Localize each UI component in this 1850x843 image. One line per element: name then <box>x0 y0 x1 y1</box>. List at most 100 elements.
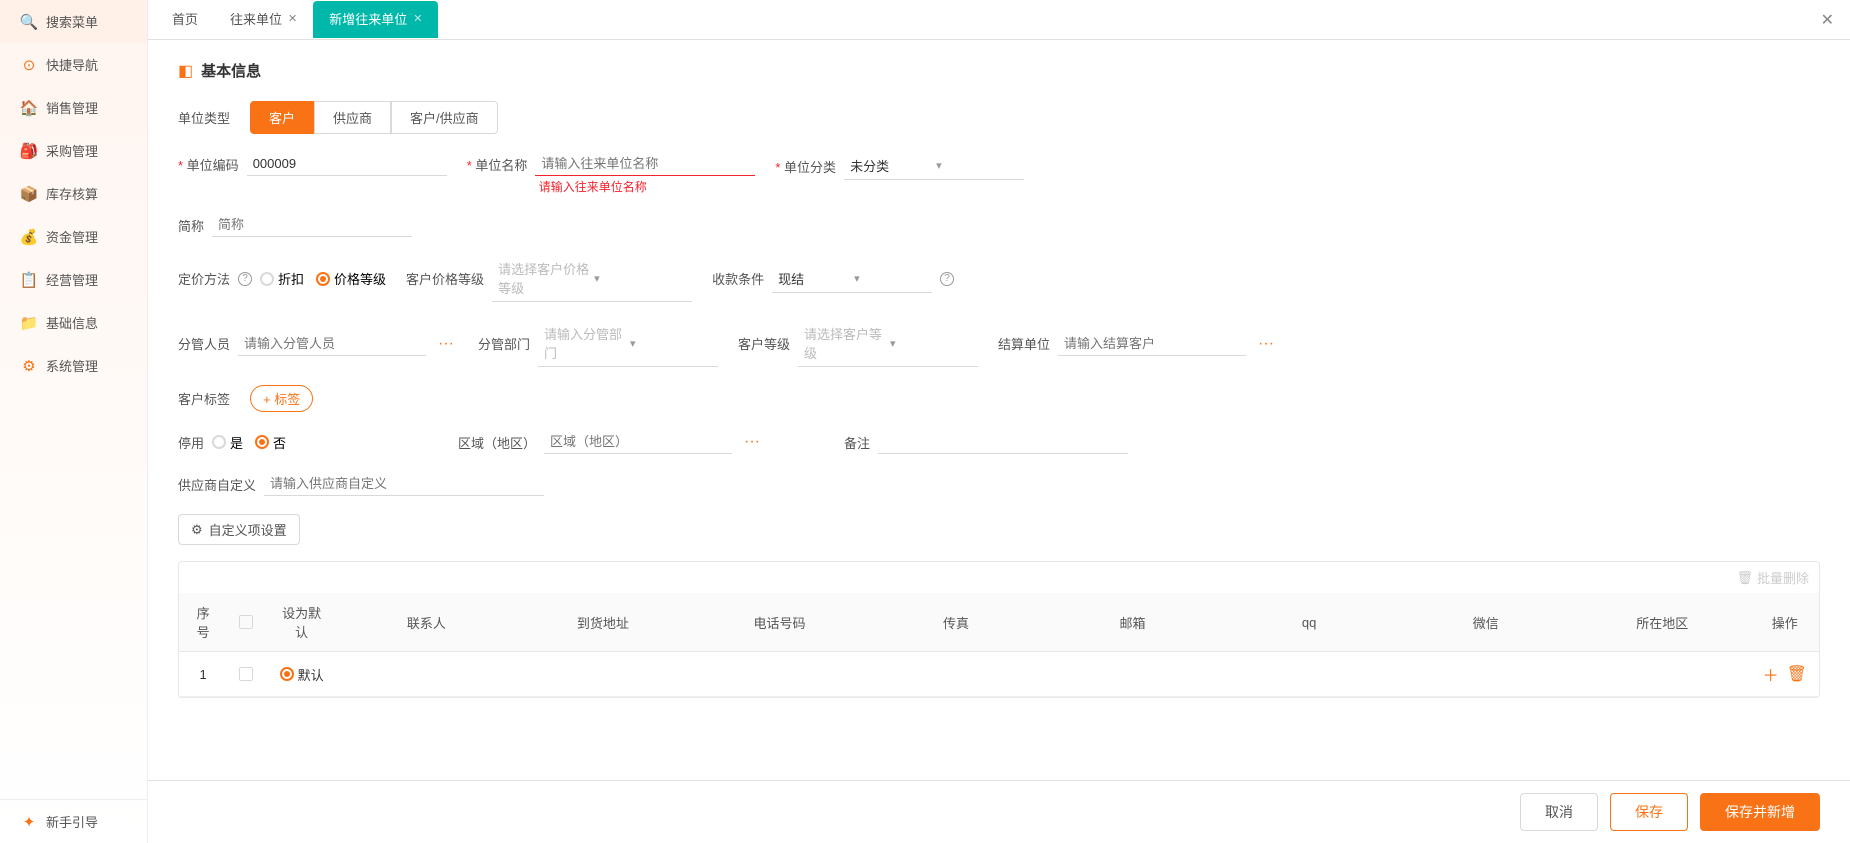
cell-fax[interactable] <box>868 652 1045 697</box>
radio-level[interactable]: 价格等级 <box>316 269 386 288</box>
pricing-row: 定价方法 ? 折扣 价格等级 客户价格等级 请选择客户价格等级 <box>178 255 1820 302</box>
custom-settings-button[interactable]: ⚙ 自定义项设置 <box>178 514 300 545</box>
tab-partners-close[interactable]: ✕ <box>288 12 297 25</box>
default-radio[interactable]: 默认 <box>277 665 326 684</box>
sidebar-item-label: 快捷导航 <box>46 55 98 74</box>
payment-terms-help-icon[interactable]: ? <box>940 272 954 286</box>
sidebar: 🔍 搜索菜单 ⊙ 快捷导航 🏠 销售管理 🎒 采购管理 📦 库存核算 💰 资金管… <box>0 0 148 843</box>
manager-input[interactable] <box>238 332 426 356</box>
sidebar-item-newbie[interactable]: ✦ 新手引导 <box>0 800 147 843</box>
supplier-custom-row: 供应商自定义 <box>178 472 1820 496</box>
add-row-button[interactable]: ＋ <box>1763 662 1779 686</box>
department-label: 分管部门 <box>478 334 530 353</box>
region-row-input[interactable] <box>1586 667 1739 682</box>
wechat-input[interactable] <box>1410 667 1563 682</box>
row-checkbox[interactable] <box>239 667 253 681</box>
email-input[interactable] <box>1056 667 1209 682</box>
cell-qq[interactable] <box>1221 652 1398 697</box>
supplier-custom-input[interactable] <box>264 472 544 496</box>
sidebar-item-search[interactable]: 🔍 搜索菜单 <box>0 0 147 43</box>
region-more-button[interactable]: ··· <box>740 433 764 451</box>
tab-home[interactable]: 首页 <box>156 1 214 38</box>
payment-terms-value: 现结 <box>778 269 850 288</box>
section-header: ◧ 基本信息 <box>178 60 1820 81</box>
settlement-more-button[interactable]: ··· <box>1254 335 1278 353</box>
manager-more-button[interactable]: ··· <box>434 335 458 353</box>
radio-discount-label: 折扣 <box>278 269 304 288</box>
tab-new-partner[interactable]: 新增往来单位 ✕ <box>313 1 438 38</box>
pricing-method-label: 定价方法 <box>178 269 230 288</box>
cancel-button[interactable]: 取消 <box>1520 793 1598 831</box>
cell-region[interactable] <box>1574 652 1751 697</box>
cell-checkbox <box>227 652 265 697</box>
radio-level-circle <box>316 272 330 286</box>
unit-category-field: 单位分类 未分类 ▾ <box>775 152 1024 180</box>
payment-terms-field: 收款条件 现结 ▾ ? <box>712 265 954 293</box>
type-supplier-button[interactable]: 供应商 <box>314 101 391 134</box>
tab-new-partner-label: 新增往来单位 <box>329 9 407 28</box>
radio-discount[interactable]: 折扣 <box>260 269 304 288</box>
window-close-button[interactable]: ✕ <box>1813 10 1842 30</box>
settlement-unit-input[interactable] <box>1058 332 1246 356</box>
newbie-icon: ✦ <box>20 813 38 831</box>
radio-no[interactable]: 否 <box>255 433 286 452</box>
sidebar-item-finance[interactable]: 💰 资金管理 <box>0 215 147 258</box>
tab-new-partner-close[interactable]: ✕ <box>413 12 422 25</box>
phone-input[interactable] <box>703 667 856 682</box>
sidebar-item-inventory[interactable]: 📦 库存核算 <box>0 172 147 215</box>
alias-field: 简称 <box>178 213 412 237</box>
col-seq: 序号 <box>179 593 227 652</box>
alias-input[interactable] <box>212 213 412 237</box>
delete-row-button[interactable]: 🗑 <box>1787 664 1807 684</box>
customer-level-select[interactable]: 请选择客户等级 ▾ <box>798 320 978 367</box>
save-button[interactable]: 保存 <box>1610 793 1688 831</box>
operations-icon: 📋 <box>20 271 38 289</box>
add-tag-button[interactable]: + 标签 <box>250 385 313 412</box>
type-customer-button[interactable]: 客户 <box>250 101 314 134</box>
select-all-checkbox[interactable] <box>239 615 253 629</box>
sidebar-item-basics[interactable]: 📁 基础信息 <box>0 301 147 344</box>
cell-contact[interactable] <box>338 652 515 697</box>
customer-price-level-placeholder: 请选择客户价格等级 <box>498 259 590 297</box>
radio-yes[interactable]: 是 <box>212 433 243 452</box>
tab-partners[interactable]: 往来单位 ✕ <box>214 1 313 38</box>
customer-price-level-label: 客户价格等级 <box>406 269 484 288</box>
customer-level-field: 客户等级 请选择客户等级 ▾ <box>738 320 978 367</box>
cell-seq: 1 <box>179 652 227 697</box>
sidebar-item-purchase[interactable]: 🎒 采购管理 <box>0 129 147 172</box>
contact-input[interactable] <box>350 667 503 682</box>
sales-icon: 🏠 <box>20 99 38 117</box>
customer-price-level-select[interactable]: 请选择客户价格等级 ▾ <box>492 255 692 302</box>
payment-terms-select[interactable]: 现结 ▾ <box>772 265 932 293</box>
col-wechat: 微信 <box>1398 593 1575 652</box>
qq-input[interactable] <box>1233 667 1386 682</box>
action-buttons: ＋ 🗑 <box>1763 662 1807 686</box>
save-new-button[interactable]: 保存并新增 <box>1700 793 1820 831</box>
gear-icon: ⚙ <box>191 522 203 538</box>
sidebar-item-sales[interactable]: 🏠 销售管理 <box>0 86 147 129</box>
pricing-help-icon[interactable]: ? <box>238 272 252 286</box>
fax-input[interactable] <box>880 667 1033 682</box>
type-both-button[interactable]: 客户/供应商 <box>391 101 498 134</box>
unit-name-error: 请输入往来单位名称 <box>539 178 756 195</box>
chevron-down-icon2: ▾ <box>594 272 686 285</box>
sidebar-item-system[interactable]: ⚙ 系统管理 <box>0 344 147 387</box>
sidebar-item-operations[interactable]: 📋 经营管理 <box>0 258 147 301</box>
cell-address[interactable] <box>515 652 692 697</box>
default-radio-circle <box>280 667 294 681</box>
batch-delete-button[interactable]: 🗑 批量删除 <box>1736 568 1809 587</box>
unit-name-input[interactable] <box>535 152 755 176</box>
unit-code-input[interactable] <box>247 152 447 176</box>
remark-input[interactable] <box>878 430 1128 454</box>
customer-tag-label: 客户标签 <box>178 389 230 408</box>
department-select[interactable]: 请输入分管部门 ▾ <box>538 320 718 367</box>
region-input[interactable] <box>544 430 732 454</box>
sidebar-item-quicknav[interactable]: ⊙ 快捷导航 <box>0 43 147 86</box>
cell-phone[interactable] <box>691 652 868 697</box>
address-input[interactable] <box>527 667 680 682</box>
unit-category-select[interactable]: 未分类 ▾ <box>844 152 1024 180</box>
status-row: 停用 是 否 区域（地区） ··· 备注 <box>178 430 1820 454</box>
cell-wechat[interactable] <box>1398 652 1575 697</box>
alias-label: 简称 <box>178 216 204 235</box>
cell-email[interactable] <box>1044 652 1221 697</box>
